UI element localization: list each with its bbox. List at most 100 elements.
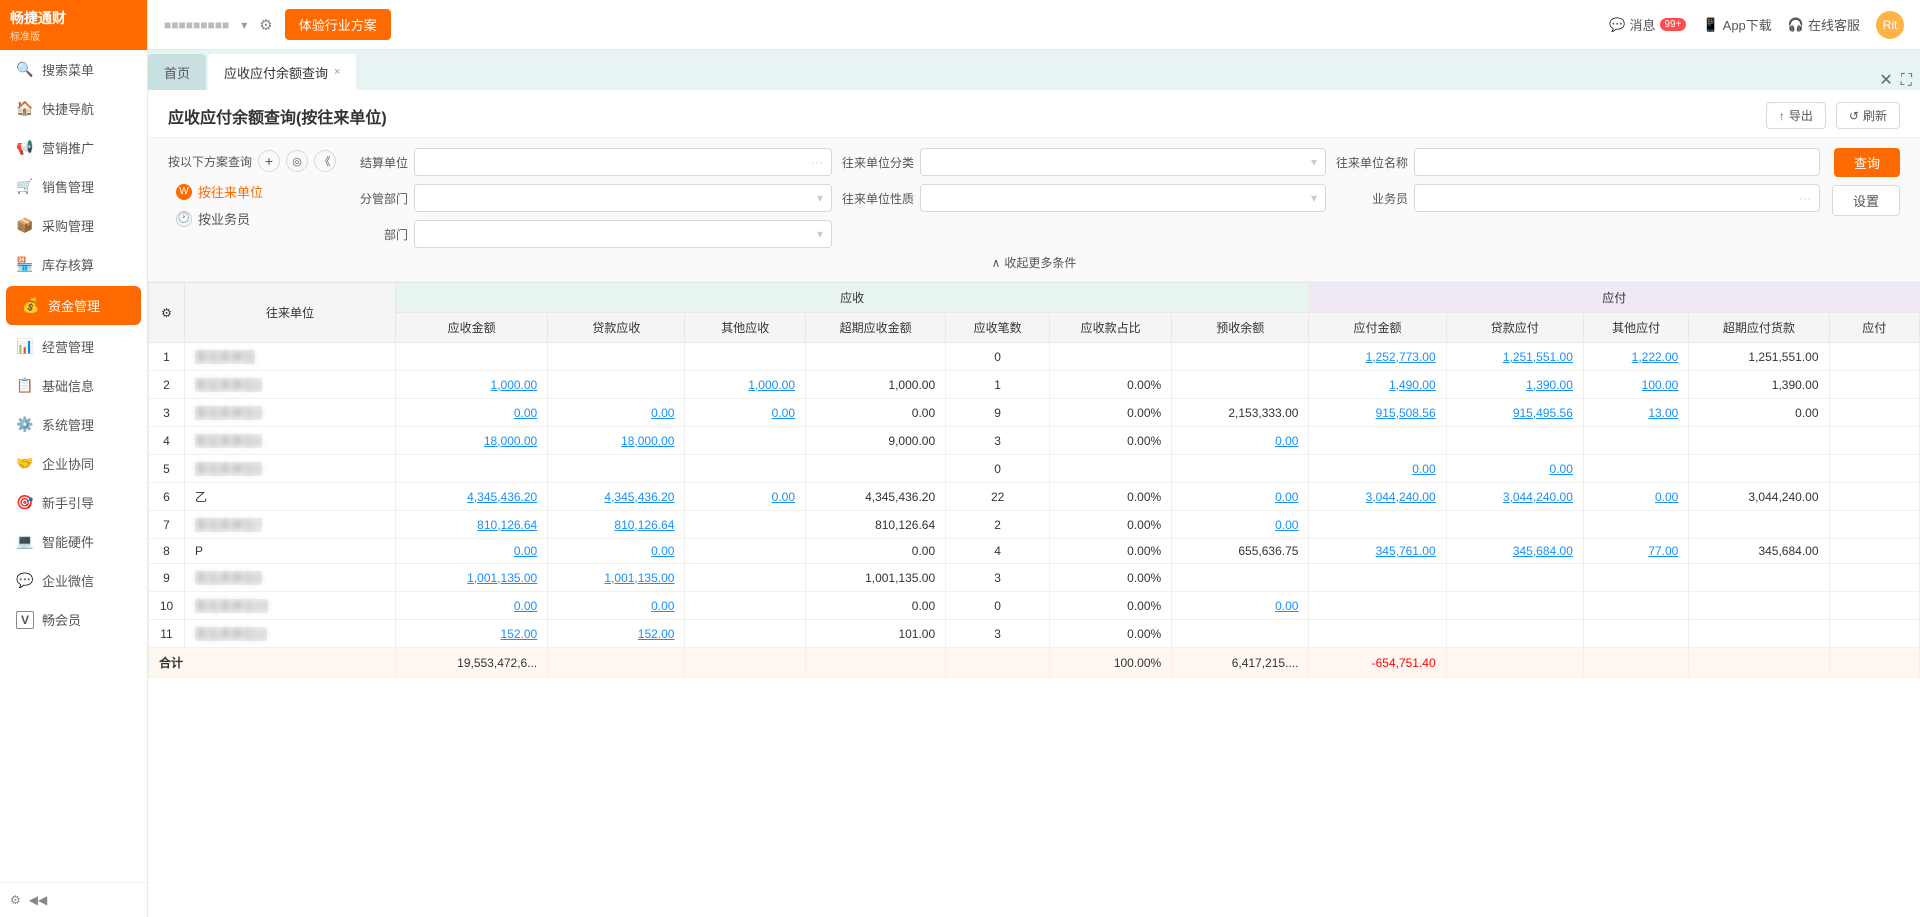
gear-settings-icon[interactable]: ⚙ xyxy=(259,16,272,34)
sidebar-item-label: 快捷导航 xyxy=(42,99,94,118)
sidebar-item-search[interactable]: 🔍 搜索菜单 xyxy=(0,50,147,89)
message-btn[interactable]: 💬 消息 99+ xyxy=(1609,15,1686,34)
cell-ar-loan: 18,000.00 xyxy=(548,427,685,455)
sidebar-item-operations[interactable]: 📊 经营管理 xyxy=(0,327,147,366)
cell-ar-loan: 810,126.64 xyxy=(548,511,685,539)
cell-ar-overdue: 101.00 xyxy=(806,620,946,648)
sidebar-item-sales[interactable]: 🛒 销售管理 xyxy=(0,167,147,206)
collapse-more-btn[interactable]: ∧ 收起更多条件 xyxy=(168,248,1900,271)
sidebar-item-hardware[interactable]: 💻 智能硬件 xyxy=(0,522,147,561)
collapse-sidebar-btn[interactable]: ◀◀ xyxy=(29,893,47,907)
tab-ar-ap[interactable]: 应收应付余额查询 × xyxy=(208,54,356,90)
tab-bar: 首页 应收应付余额查询 × ✕ ⛶ xyxy=(148,50,1920,90)
cell-ap-extra xyxy=(1829,455,1920,483)
sidebar-item-enterprise[interactable]: 🤝 企业协同 xyxy=(0,444,147,483)
tab-home[interactable]: 首页 xyxy=(148,54,206,90)
sidebar-item-label: 基础信息 xyxy=(42,376,94,395)
filter-field-unit-type: 往来单位分类 ▾ xyxy=(842,148,1326,176)
cell-ap-loan: 345,684.00 xyxy=(1446,539,1583,564)
cell-ap-loan: 1,251,551.00 xyxy=(1446,343,1583,371)
footer-ar-prepay: 6,417,215.... xyxy=(1172,648,1309,678)
sidebar-item-member[interactable]: V 畅会员 xyxy=(0,600,147,639)
sidebar-item-capital[interactable]: 💰 资金管理 xyxy=(6,286,141,325)
unit-nature-select[interactable]: ▾ xyxy=(920,184,1326,212)
sidebar-item-quick[interactable]: 🏠 快捷导航 xyxy=(0,89,147,128)
filter-sub-item-salesman[interactable]: 🕐 按业务员 xyxy=(168,205,336,232)
cell-ap-extra xyxy=(1829,592,1920,620)
cell-ap-overdue: 345,684.00 xyxy=(1689,539,1829,564)
enterprise-icon: 🤝 xyxy=(16,455,34,473)
tab-close-window-icon[interactable]: ✕ xyxy=(1879,70,1892,90)
settings-icon[interactable]: ⚙ xyxy=(10,893,21,907)
cell-no: 9 xyxy=(149,564,185,592)
cell-ap-extra xyxy=(1829,483,1920,511)
sidebar-item-label: 新手引导 xyxy=(42,493,94,512)
avatar[interactable]: Rit xyxy=(1876,11,1904,39)
footer-ar-count xyxy=(946,648,1050,678)
sidebar-item-basic[interactable]: 📋 基础信息 xyxy=(0,366,147,405)
export-btn[interactable]: ↑ 导出 xyxy=(1766,102,1826,129)
cell-ap-overdue xyxy=(1689,592,1829,620)
cell-ar-loan: 0.00 xyxy=(548,399,685,427)
cell-ar-overdue: 0.00 xyxy=(806,539,946,564)
settings-btn[interactable]: 设置 xyxy=(1832,185,1900,216)
cell-ap-overdue xyxy=(1689,511,1829,539)
cell-ap-amount: 3,044,240.00 xyxy=(1309,483,1446,511)
query-btn[interactable]: 查询 xyxy=(1834,148,1900,177)
settlement-input[interactable]: ··· xyxy=(414,148,832,176)
footer-ap-loan xyxy=(1446,648,1583,678)
content-area: 应收应付余额查询(按往来单位) ↑ 导出 ↺ 刷新 xyxy=(148,90,1920,917)
sidebar-item-purchase[interactable]: 📦 采购管理 xyxy=(0,206,147,245)
solution-btn[interactable]: 体验行业方案 xyxy=(285,9,391,40)
tab-expand-icon[interactable]: ⛶ xyxy=(1901,72,1912,90)
filter-sub-item-unit[interactable]: W 按往来单位 xyxy=(168,178,336,205)
sidebar-item-label: 系统管理 xyxy=(42,415,94,434)
online-service-btn[interactable]: 🎧 在线客服 xyxy=(1788,15,1860,34)
tab-close-icon[interactable]: × xyxy=(334,66,340,78)
filter-collapse-btn[interactable]: 《 xyxy=(314,150,336,172)
refresh-btn[interactable]: ↺ 刷新 xyxy=(1836,102,1900,129)
cell-ap-amount xyxy=(1309,564,1446,592)
app-download-btn[interactable]: 📱 App下载 xyxy=(1702,15,1771,34)
sidebar-item-marketing[interactable]: 📢 营销推广 xyxy=(0,128,147,167)
salesman-input[interactable]: ··· xyxy=(1414,184,1820,212)
cell-ar-count: 0 xyxy=(946,455,1050,483)
sidebar-item-inventory[interactable]: 🏪 库存核算 xyxy=(0,245,147,284)
purchase-icon: 📦 xyxy=(16,217,34,235)
filter-field-subdept: 部门 ▾ xyxy=(348,220,832,248)
unit-name-input[interactable] xyxy=(1414,148,1820,176)
home-icon: 🏠 xyxy=(16,100,34,118)
subdept-select[interactable]: ▾ xyxy=(414,220,832,248)
table-gear-header[interactable]: ⚙ xyxy=(149,283,185,343)
cell-ar-other xyxy=(685,511,806,539)
cell-ar-count: 0 xyxy=(946,343,1050,371)
filter-field-dept: 分管部门 ▾ xyxy=(348,184,832,212)
dept-select[interactable]: ▾ xyxy=(414,184,832,212)
sidebar-item-label: 营销推广 xyxy=(42,138,94,157)
cell-ar-overdue: 810,126.64 xyxy=(806,511,946,539)
cell-ar-prepay: 2,153,333.00 xyxy=(1172,399,1309,427)
filter-schema-btn[interactable]: ◎ xyxy=(286,150,308,172)
cell-ar-other xyxy=(685,592,806,620)
sidebar-item-wechat[interactable]: 💬 企业微信 xyxy=(0,561,147,600)
cell-unit: 某往来单位10 xyxy=(185,592,396,620)
unit-type-select[interactable]: ▾ xyxy=(920,148,1326,176)
cell-ap-amount xyxy=(1309,427,1446,455)
cell-no: 2 xyxy=(149,371,185,399)
sidebar-item-guide[interactable]: 🎯 新手引导 xyxy=(0,483,147,522)
cell-ap-other: 13.00 xyxy=(1583,399,1688,427)
cell-ar-ratio xyxy=(1050,455,1172,483)
cell-ar-ratio: 0.00% xyxy=(1050,371,1172,399)
footer-ar-loan xyxy=(548,648,685,678)
cell-ap-other xyxy=(1583,455,1688,483)
cell-ar-overdue xyxy=(806,455,946,483)
cell-ap-amount xyxy=(1309,592,1446,620)
system-icon: ⚙️ xyxy=(16,416,34,434)
right-action-buttons: 查询 设置 xyxy=(1832,148,1900,216)
chevron-down-icon[interactable]: ▾ xyxy=(241,18,247,32)
sidebar-item-system[interactable]: ⚙️ 系统管理 xyxy=(0,405,147,444)
logo-text: 畅捷通财 xyxy=(10,8,66,28)
filter-add-btn[interactable]: + xyxy=(258,150,280,172)
filter-scheme-label: 按以下方案查询 xyxy=(168,153,252,170)
table-row: 10 某往来单位10 0.00 0.00 0.00 0 0.00% 0.00 xyxy=(149,592,1920,620)
